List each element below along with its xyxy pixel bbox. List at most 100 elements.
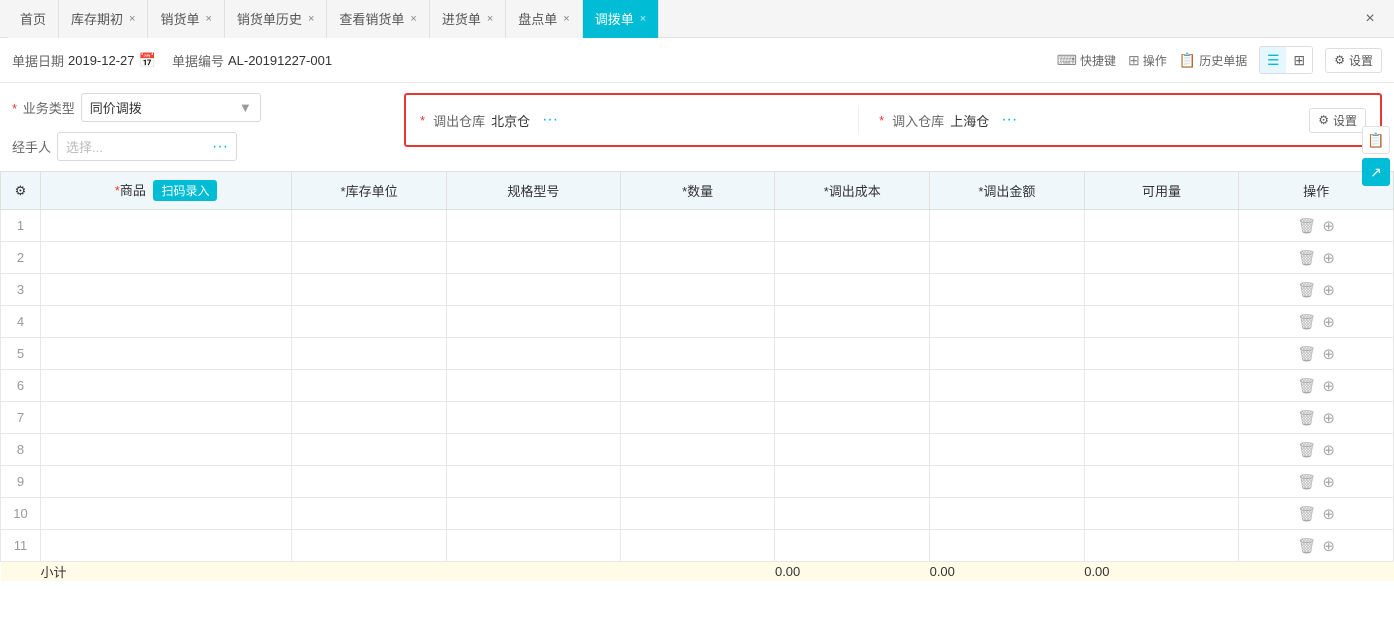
- row-unit-4[interactable]: [292, 306, 447, 338]
- row-unit-9[interactable]: [292, 466, 447, 498]
- row-unit-5[interactable]: [292, 338, 447, 370]
- row-amount-7[interactable]: [930, 402, 1085, 434]
- row-spec-2[interactable]: [446, 242, 620, 274]
- tab-sales-history-close[interactable]: ×: [308, 13, 314, 25]
- row-amount-4[interactable]: [930, 306, 1085, 338]
- delete-icon-9[interactable]: 🗑: [1297, 473, 1316, 491]
- out-warehouse-more-icon[interactable]: ···: [542, 111, 558, 129]
- view-grid-button[interactable]: ⊞: [1286, 47, 1312, 73]
- row-spec-9[interactable]: [446, 466, 620, 498]
- copy-icon-10[interactable]: ⊕: [1322, 505, 1335, 523]
- row-cost-10[interactable]: [775, 498, 930, 530]
- row-spec-8[interactable]: [446, 434, 620, 466]
- sidebar-list-button[interactable]: 📋: [1362, 126, 1390, 154]
- row-product-7[interactable]: [41, 402, 292, 434]
- row-qty-5[interactable]: [620, 338, 775, 370]
- row-spec-6[interactable]: [446, 370, 620, 402]
- delete-icon-2[interactable]: 🗑: [1297, 249, 1316, 267]
- row-amount-9[interactable]: [930, 466, 1085, 498]
- row-qty-9[interactable]: [620, 466, 775, 498]
- view-list-button[interactable]: ☰: [1260, 47, 1286, 73]
- row-product-9[interactable]: [41, 466, 292, 498]
- row-amount-3[interactable]: [930, 274, 1085, 306]
- row-cost-3[interactable]: [775, 274, 930, 306]
- tab-purchase[interactable]: 进货单 ×: [430, 0, 506, 38]
- row-spec-1[interactable]: [446, 210, 620, 242]
- delete-icon-11[interactable]: 🗑: [1297, 537, 1316, 555]
- row-qty-1[interactable]: [620, 210, 775, 242]
- row-cost-4[interactable]: [775, 306, 930, 338]
- tab-sales-history[interactable]: 销货单历史 ×: [225, 0, 327, 38]
- row-cost-8[interactable]: [775, 434, 930, 466]
- row-unit-3[interactable]: [292, 274, 447, 306]
- settings-button[interactable]: ⚙ 设置: [1325, 48, 1382, 73]
- copy-icon-4[interactable]: ⊕: [1322, 313, 1335, 331]
- row-unit-1[interactable]: [292, 210, 447, 242]
- copy-icon-5[interactable]: ⊕: [1322, 345, 1335, 363]
- copy-icon-3[interactable]: ⊕: [1322, 281, 1335, 299]
- row-amount-6[interactable]: [930, 370, 1085, 402]
- table-scroll-area[interactable]: ⚙ *商品 扫码录入 *库存单位 规格型号 *数量 *调出成本 *调出金额 可用…: [0, 171, 1394, 634]
- delete-icon-1[interactable]: 🗑: [1297, 217, 1316, 235]
- row-product-2[interactable]: [41, 242, 292, 274]
- row-product-5[interactable]: [41, 338, 292, 370]
- row-product-4[interactable]: [41, 306, 292, 338]
- calendar-icon[interactable]: 📅: [139, 52, 156, 69]
- row-spec-10[interactable]: [446, 498, 620, 530]
- copy-icon-8[interactable]: ⊕: [1322, 441, 1335, 459]
- copy-icon-7[interactable]: ⊕: [1322, 409, 1335, 427]
- row-amount-11[interactable]: [930, 530, 1085, 562]
- tab-inventory-check[interactable]: 盘点单 ×: [506, 0, 582, 38]
- row-product-3[interactable]: [41, 274, 292, 306]
- row-unit-8[interactable]: [292, 434, 447, 466]
- row-product-6[interactable]: [41, 370, 292, 402]
- copy-icon-11[interactable]: ⊕: [1322, 537, 1335, 555]
- tab-transfer[interactable]: 调拨单 ×: [583, 0, 659, 38]
- row-unit-7[interactable]: [292, 402, 447, 434]
- row-cost-11[interactable]: [775, 530, 930, 562]
- row-product-10[interactable]: [41, 498, 292, 530]
- row-cost-1[interactable]: [775, 210, 930, 242]
- delete-icon-5[interactable]: 🗑: [1297, 345, 1316, 363]
- row-qty-3[interactable]: [620, 274, 775, 306]
- row-qty-7[interactable]: [620, 402, 775, 434]
- row-qty-2[interactable]: [620, 242, 775, 274]
- delete-icon-10[interactable]: 🗑: [1297, 505, 1316, 523]
- tab-sales-order-close[interactable]: ×: [205, 13, 211, 25]
- row-amount-8[interactable]: [930, 434, 1085, 466]
- row-unit-6[interactable]: [292, 370, 447, 402]
- tab-view-sales-close[interactable]: ×: [410, 13, 416, 25]
- row-product-1[interactable]: [41, 210, 292, 242]
- tab-inventory-init[interactable]: 库存期初 ×: [59, 0, 148, 38]
- copy-icon-1[interactable]: ⊕: [1322, 217, 1335, 235]
- sidebar-export-button[interactable]: ↗: [1362, 158, 1390, 186]
- tab-purchase-close[interactable]: ×: [487, 13, 493, 25]
- handler-more-icon[interactable]: ···: [212, 138, 228, 156]
- row-amount-10[interactable]: [930, 498, 1085, 530]
- row-cost-5[interactable]: [775, 338, 930, 370]
- row-amount-2[interactable]: [930, 242, 1085, 274]
- row-qty-11[interactable]: [620, 530, 775, 562]
- row-qty-4[interactable]: [620, 306, 775, 338]
- row-spec-7[interactable]: [446, 402, 620, 434]
- row-spec-3[interactable]: [446, 274, 620, 306]
- history-button[interactable]: 📋 历史单据: [1179, 52, 1247, 69]
- row-unit-2[interactable]: [292, 242, 447, 274]
- delete-icon-8[interactable]: 🗑: [1297, 441, 1316, 459]
- delete-icon-4[interactable]: 🗑: [1297, 313, 1316, 331]
- tab-transfer-close[interactable]: ×: [640, 13, 646, 25]
- operations-button[interactable]: ⊞ 操作: [1128, 52, 1167, 69]
- row-product-8[interactable]: [41, 434, 292, 466]
- row-amount-1[interactable]: [930, 210, 1085, 242]
- row-cost-9[interactable]: [775, 466, 930, 498]
- row-cost-2[interactable]: [775, 242, 930, 274]
- tab-view-sales[interactable]: 查看销货单 ×: [327, 0, 429, 38]
- delete-icon-7[interactable]: 🗑: [1297, 409, 1316, 427]
- tab-inventory-check-close[interactable]: ×: [563, 13, 569, 25]
- shortcuts-button[interactable]: ⌨ 快捷键: [1057, 52, 1116, 69]
- row-spec-5[interactable]: [446, 338, 620, 370]
- tab-sales-order[interactable]: 销货单 ×: [148, 0, 224, 38]
- copy-icon-9[interactable]: ⊕: [1322, 473, 1335, 491]
- row-spec-4[interactable]: [446, 306, 620, 338]
- row-unit-10[interactable]: [292, 498, 447, 530]
